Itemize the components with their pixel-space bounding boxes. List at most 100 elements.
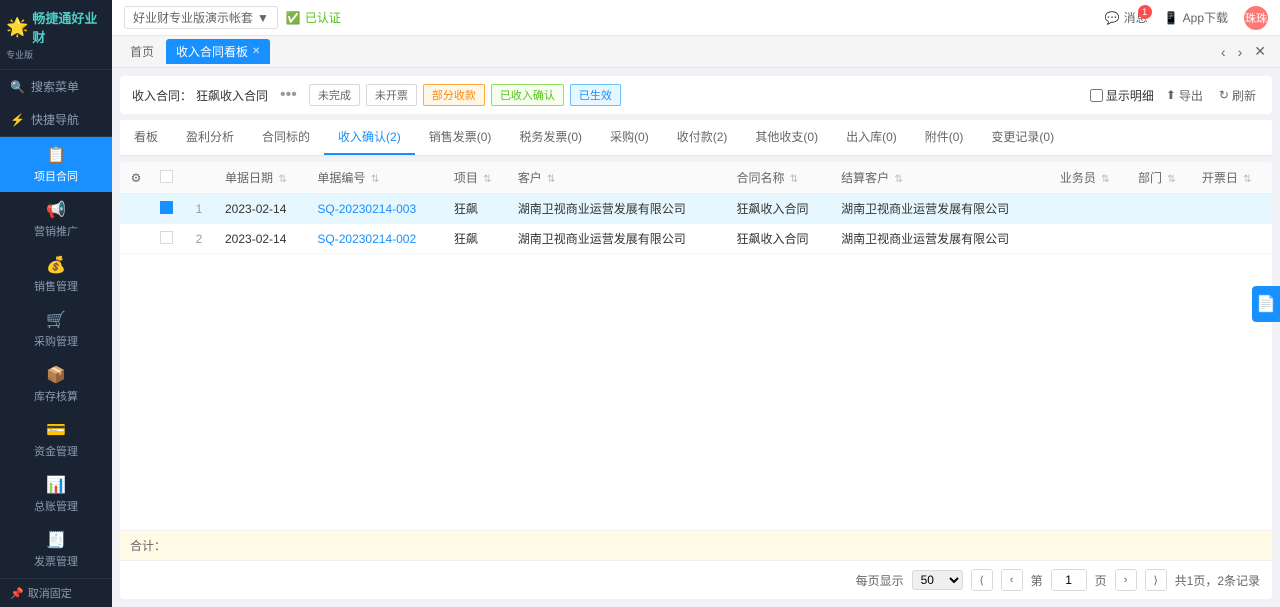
tab-contract-standard[interactable]: 合同标的 [248,120,324,155]
app-download-label: App下载 [1183,9,1228,26]
topbar-left: 好业财专业版演示帐套 ▼ ✅ 已认证 [124,6,341,29]
row-customer: 湖南卫视商业运营发展有限公司 [510,194,729,224]
col-bill-no[interactable]: 单据编号 ⇅ [309,162,445,194]
user-avatar-area[interactable]: 珠珠 [1244,6,1268,30]
tab-warehouse[interactable]: 出入库(0) [832,120,911,155]
general-ledger-icon: 📊 [46,475,66,495]
unpin-button[interactable]: 📌 取消固定 [0,578,112,607]
status-tag-income-confirmed[interactable]: 已收入确认 [491,84,564,106]
col-customer[interactable]: 客户 ⇅ [510,162,729,194]
app-download-button[interactable]: 📱 App下载 [1164,9,1228,26]
contract-kanban-tab[interactable]: 收入合同看板 ✕ [166,39,270,64]
sidebar-item-label: 发票管理 [34,553,78,569]
pagination: 每页显示 20 50 100 200 ⟨ ‹ 第 页 › ⟩ 共1页，2条记录 [120,560,1272,599]
row-checkbox[interactable] [152,224,181,254]
col-settings[interactable]: ⚙ [120,162,152,194]
table-row[interactable]: 1 2023-02-14 SQ-20230214-003 狂飙 湖南卫视商业运营… [120,194,1272,224]
col-date[interactable]: 单据日期 ⇅ [217,162,309,194]
row-salesperson [1052,194,1130,224]
tab-attachment[interactable]: 附件(0) [911,120,978,155]
message-button[interactable]: 💬 消息 1 [1105,9,1148,26]
verified-text: 已认证 [305,9,341,26]
refresh-button[interactable]: ↻ 刷新 [1215,85,1260,106]
row-bill-no[interactable]: SQ-20230214-003 [309,194,445,224]
contract-more-icon[interactable]: ••• [280,86,297,104]
sort-settlement-icon: ⇅ [894,174,902,185]
row-checkbox[interactable] [152,194,181,224]
row-select-checkbox[interactable] [160,201,173,214]
sidebar-item-project-contract[interactable]: 📋 项目合同 [0,137,112,192]
tab-close-all-button[interactable]: ✕ [1250,41,1270,62]
tab-change-record[interactable]: 变更记录(0) [977,120,1068,155]
row-open-date [1194,194,1272,224]
col-settlement[interactable]: 结算客户 ⇅ [833,162,1052,194]
pin-icon: 📌 [10,587,24,600]
sort-date-icon: ⇅ [278,174,286,185]
search-menu[interactable]: 🔍 搜索菜单 [0,70,112,103]
bill-no-link[interactable]: SQ-20230214-003 [317,202,416,216]
bill-no-link[interactable]: SQ-20230214-002 [317,232,416,246]
table-container[interactable]: ⚙ 单据日期 ⇅ 单据编号 ⇅ 项目 ⇅ 客户 ⇅ 合同名称 ⇅ 结算客户 ⇅ … [120,162,1272,530]
table-area: ⚙ 单据日期 ⇅ 单据编号 ⇅ 项目 ⇅ 客户 ⇅ 合同名称 ⇅ 结算客户 ⇅ … [120,162,1272,599]
sidebar-item-invoice[interactable]: 🧾 发票管理 [0,522,112,577]
last-page-button[interactable]: ⟩ [1145,569,1167,591]
col-salesperson[interactable]: 业务员 ⇅ [1052,162,1130,194]
tab-next-button[interactable]: › [1234,42,1247,62]
tab-close-icon[interactable]: ✕ [252,46,260,57]
export-button[interactable]: ⬆ 导出 [1162,85,1207,106]
company-selector[interactable]: 好业财专业版演示帐套 ▼ [124,6,278,29]
row-select-checkbox[interactable] [160,231,173,244]
detail-checkbox-input[interactable] [1090,89,1103,102]
page-input[interactable] [1051,569,1087,591]
row-open-date [1194,224,1272,254]
project-contract-icon: 📋 [46,145,66,165]
tab-income-confirm[interactable]: 收入确认(2) [324,120,415,155]
total-label: 合计： [130,537,166,554]
sidebar-item-inventory[interactable]: 📦 库存核算 [0,357,112,412]
status-tag-incomplete[interactable]: 未完成 [309,84,360,106]
tab-profit[interactable]: 盈利分析 [172,120,248,155]
page-size-select[interactable]: 20 50 100 200 [912,570,963,590]
verified-badge: ✅ 已认证 [286,9,341,26]
status-tag-partial-receipt[interactable]: 部分收款 [423,84,485,106]
sidebar-item-general-ledger[interactable]: 📊 总账管理 [0,467,112,522]
show-detail-checkbox[interactable]: 显示明细 [1090,87,1154,104]
col-select-all[interactable] [152,162,181,194]
table-row[interactable]: 2 2023-02-14 SQ-20230214-002 狂飙 湖南卫视商业运营… [120,224,1272,254]
sidebar-item-marketing[interactable]: 📢 营销推广 [0,192,112,247]
sidebar-item-purchase[interactable]: 🛒 采购管理 [0,302,112,357]
status-tag-effective[interactable]: 已生效 [570,84,621,106]
sort-contract-icon: ⇅ [790,174,798,185]
col-open-date[interactable]: 开票日 ⇅ [1194,162,1272,194]
tab-sales-invoice[interactable]: 销售发票(0) [415,120,506,155]
row-department [1130,224,1194,254]
col-department[interactable]: 部门 ⇅ [1130,162,1194,194]
next-page-button[interactable]: › [1115,569,1137,591]
row-bill-no[interactable]: SQ-20230214-002 [309,224,445,254]
home-tab[interactable]: 首页 [122,39,162,64]
tab-payment[interactable]: 收付款(2) [663,120,742,155]
row-num: 2 [181,224,217,254]
sort-project-icon: ⇅ [483,174,491,185]
check-icon: ✅ [286,11,301,25]
col-contract-name[interactable]: 合同名称 ⇅ [728,162,833,194]
sticky-panel-icon[interactable]: 📄 [1256,294,1276,314]
first-page-button[interactable]: ⟨ [971,569,993,591]
quick-nav[interactable]: ⚡ 快捷导航 [0,103,112,137]
message-badge: 1 [1138,5,1152,19]
tab-other-receipt[interactable]: 其他收支(0) [741,120,832,155]
tab-tax-invoice[interactable]: 税务发票(0) [505,120,596,155]
tab-kanban[interactable]: 看板 [120,120,172,155]
sidebar-item-label: 总账管理 [34,498,78,514]
sidebar-item-sales[interactable]: 💰 销售管理 [0,247,112,302]
tab-purchase[interactable]: 采购(0) [596,120,663,155]
prev-page-button[interactable]: ‹ [1001,569,1023,591]
tab-prev-button[interactable]: ‹ [1217,42,1230,62]
row-contract-name: 狂飙收入合同 [728,194,833,224]
col-project[interactable]: 项目 ⇅ [446,162,510,194]
select-all-checkbox[interactable] [160,170,173,183]
sidebar-item-funds[interactable]: 💳 资金管理 [0,412,112,467]
page-label: 第 [1031,572,1043,589]
status-tag-uninvoiced[interactable]: 未开票 [366,84,417,106]
sidebar-item-label: 采购管理 [34,333,78,349]
